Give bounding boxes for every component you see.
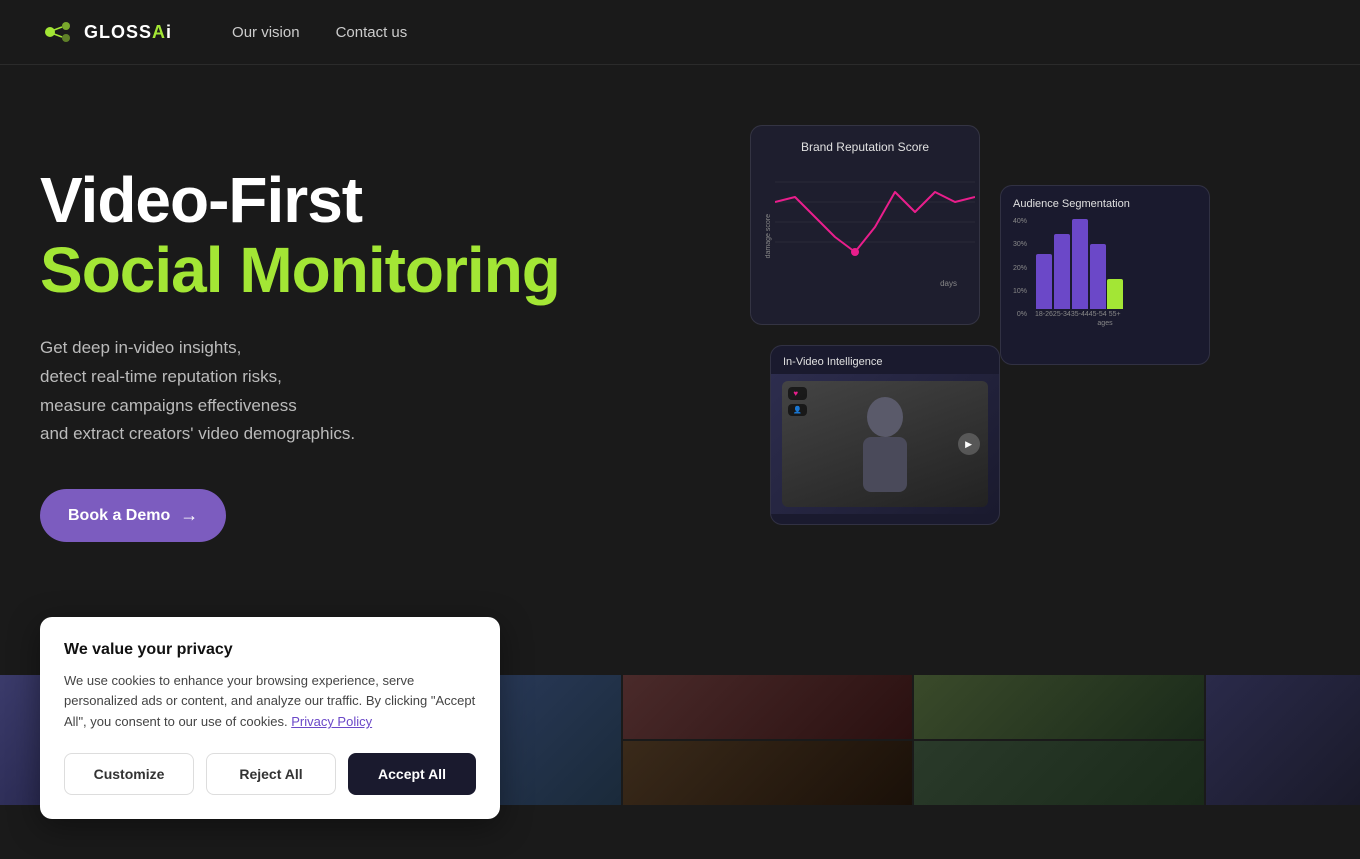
cookie-title: We value your privacy <box>64 641 476 659</box>
brand-chart-svg <box>775 162 975 272</box>
video-person: ♥ 👤 ▶ <box>782 381 987 507</box>
audience-segmentation-card: Audience Segmentation 40% 30% 20% 10% 0%… <box>1000 185 1210 365</box>
bar-1826 <box>1036 254 1052 309</box>
dashboard-cards: Brand Reputation Score days dama <box>750 125 1210 525</box>
hero-description: Get deep in-video insights, detect real-… <box>40 334 640 450</box>
hero-right: Brand Reputation Score days dama <box>640 145 1320 545</box>
book-demo-label: Book a Demo <box>68 507 170 525</box>
heart-icon: ♥ <box>793 389 798 398</box>
audience-x-label: ages <box>1013 320 1197 327</box>
video-placeholder: ♥ 👤 ▶ <box>771 374 999 514</box>
profile-icon: 👤 <box>793 406 802 414</box>
hero-left: Video-First Social Monitoring Get deep i… <box>40 145 640 542</box>
customize-button[interactable]: Customize <box>64 753 194 795</box>
thumb-6-inner <box>1206 675 1360 805</box>
bar-chart-wrapper: 40% 30% 20% 10% 0% 18-26 25-34 <box>1013 218 1197 318</box>
in-video-title: In-Video Intelligence <box>771 346 999 374</box>
reject-all-button[interactable]: Reject All <box>206 753 336 795</box>
play-button-overlay[interactable]: ▶ <box>958 433 980 455</box>
bar-group-1826: 18-26 <box>1035 254 1053 318</box>
thumb-4-stack <box>623 675 912 805</box>
bar-group-55plus: 55+ <box>1107 279 1123 318</box>
cookie-body: We use cookies to enhance your browsing … <box>64 671 476 733</box>
bar-label-55plus: 55+ <box>1109 311 1121 318</box>
thumb-5-stack <box>914 675 1203 805</box>
bar-label-3544: 35-44 <box>1071 311 1089 318</box>
yaxis-30: 30% <box>1013 241 1027 248</box>
bar-chart-yaxis: 40% 30% 20% 10% 0% <box>1013 218 1031 318</box>
logo-icon <box>40 14 76 50</box>
bar-group-3544: 35-44 <box>1071 219 1089 318</box>
heart-badge: ♥ <box>788 387 807 400</box>
nav-links: Our vision Contact us <box>232 24 407 41</box>
yaxis-40: 40% <box>1013 218 1027 225</box>
cookie-consent-banner: We value your privacy We use cookies to … <box>40 617 500 819</box>
brand-reputation-title: Brand Reputation Score <box>765 140 965 154</box>
yaxis-0: 0% <box>1017 311 1027 318</box>
thumbnail-6 <box>1206 675 1360 805</box>
bar-55plus <box>1107 279 1123 309</box>
bar-label-2534: 25-34 <box>1053 311 1071 318</box>
bar-label-1826: 18-26 <box>1035 311 1053 318</box>
thumbnail-4 <box>623 675 912 805</box>
bar-chart-area: 18-26 25-34 35-44 45-54 <box>1031 218 1127 318</box>
book-demo-button[interactable]: Book a Demo → <box>40 489 226 542</box>
yaxis-10: 10% <box>1013 288 1027 295</box>
thumb-5a <box>914 675 1203 739</box>
thumb-4a <box>623 675 912 739</box>
person-silhouette <box>845 389 925 499</box>
bar-group-4554: 45-54 <box>1089 244 1107 318</box>
yaxis-20: 20% <box>1013 265 1027 272</box>
hero-title-line2: Social Monitoring <box>40 235 640 305</box>
bar-group-2534: 25-34 <box>1053 234 1071 318</box>
privacy-policy-link[interactable]: Privacy Policy <box>291 714 372 729</box>
hero-title-line1: Video-First <box>40 165 640 235</box>
nav-link-our-vision[interactable]: Our vision <box>232 24 300 41</box>
logo-text: GLOSSAi <box>84 22 172 43</box>
hero-desc-line4: and extract creators' video demographics… <box>40 424 355 443</box>
arrow-right-icon: → <box>180 505 198 526</box>
bar-3544 <box>1072 219 1088 309</box>
bar-4554 <box>1090 244 1106 309</box>
cookie-buttons: Customize Reject All Accept All <box>64 753 476 795</box>
brand-chart-area: days damage score <box>765 162 965 292</box>
thumb-5b <box>914 741 1203 805</box>
navbar: GLOSSAi Our vision Contact us <box>0 0 1360 65</box>
thumb-4b <box>623 741 912 805</box>
brand-reputation-card: Brand Reputation Score days dama <box>750 125 980 325</box>
hero-desc-line2: detect real-time reputation risks, <box>40 367 282 386</box>
in-video-card: In-Video Intelligence ♥ <box>770 345 1000 525</box>
cookie-body-text: We use cookies to enhance your browsing … <box>64 673 475 730</box>
video-overlay-icons: ♥ 👤 <box>788 387 807 416</box>
play-icon: ▶ <box>965 439 972 450</box>
hero-desc-line1: Get deep in-video insights, <box>40 338 241 357</box>
nav-link-contact-us[interactable]: Contact us <box>336 24 408 41</box>
hero-desc-line3: measure campaigns effectiveness <box>40 396 297 415</box>
thumbnail-5 <box>914 675 1203 805</box>
bar-2534 <box>1054 234 1070 309</box>
chart-y-label: damage score <box>765 214 772 258</box>
accept-all-button[interactable]: Accept All <box>348 753 476 795</box>
profile-badge: 👤 <box>788 404 807 416</box>
hero-section: Video-First Social Monitoring Get deep i… <box>0 65 1360 665</box>
bar-label-4554: 45-54 <box>1089 311 1107 318</box>
chart-x-label: days <box>765 279 957 288</box>
in-video-content: ♥ 👤 ▶ <box>771 374 999 514</box>
logo[interactable]: GLOSSAi <box>40 14 172 50</box>
audience-segmentation-title: Audience Segmentation <box>1013 198 1197 210</box>
